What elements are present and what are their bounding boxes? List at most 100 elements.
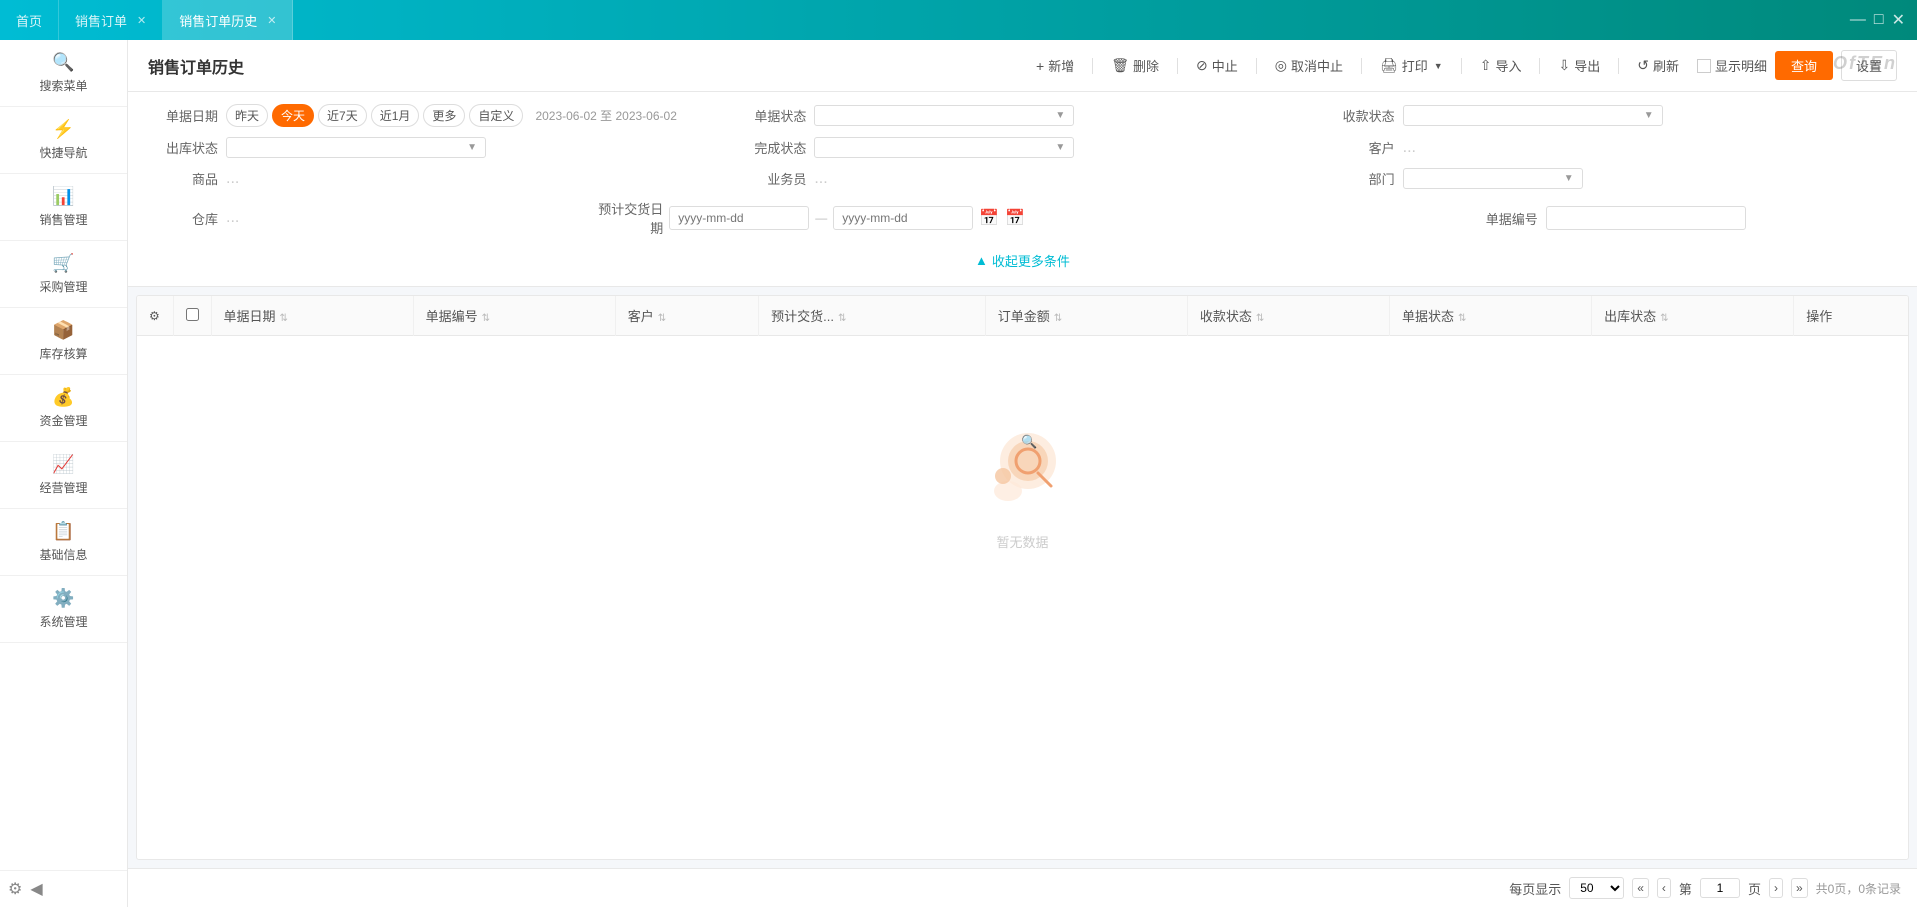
sidebar-item-sales-mgmt[interactable]: 📊 销售管理 xyxy=(0,174,127,241)
data-table: ⚙ 单据日期⇅单据编号⇅客户⇅预计交货...⇅订单金额⇅收款状态⇅单据状态⇅出库… xyxy=(137,296,1908,631)
page-title: 销售订单历史 xyxy=(148,54,244,78)
sidebar-item-purchase-mgmt[interactable]: 🛒 采购管理 xyxy=(0,241,127,308)
th-date[interactable]: 单据日期⇅ xyxy=(211,296,413,336)
tab-close-sales-order[interactable]: ✕ xyxy=(137,14,146,27)
receipt-select-arrow: ▼ xyxy=(1644,110,1654,121)
date-btn-today[interactable]: 昨天 xyxy=(226,104,268,127)
first-page-btn[interactable]: « xyxy=(1632,878,1649,898)
sidebar-item-system-mgmt[interactable]: ⚙️ 系统管理 xyxy=(0,576,127,643)
print-btn[interactable]: 🖨打印▼ xyxy=(1370,52,1453,79)
tab-home[interactable]: 首页 xyxy=(0,0,59,40)
date-btn-1month[interactable]: 近1月 xyxy=(371,104,420,127)
delivery-date-to[interactable] xyxy=(833,206,973,230)
collapse-more-btn[interactable]: ▲ 收起更多条件 xyxy=(148,247,1897,274)
icon-cancel-stop-btn: ◎ xyxy=(1275,57,1287,74)
minimize-btn[interactable]: — xyxy=(1850,11,1866,29)
select-all-checkbox[interactable] xyxy=(186,308,199,321)
date-btn-custom[interactable]: 自定义 xyxy=(469,104,523,127)
sidebar-collapse-btn[interactable]: ◀ xyxy=(30,879,42,899)
page-number-input[interactable] xyxy=(1700,878,1740,898)
sidebar-item-basic-info[interactable]: 📋 基础信息 xyxy=(0,509,127,576)
display-checkbox[interactable] xyxy=(1697,59,1711,73)
maximize-btn[interactable]: □ xyxy=(1874,11,1884,29)
icon-delete-btn: 🗑 xyxy=(1111,57,1129,74)
th-receipt-status[interactable]: 收款状态⇅ xyxy=(1187,296,1389,336)
product-dots[interactable]: ... xyxy=(226,170,239,188)
toolbar-divider-4 xyxy=(1461,58,1462,74)
th-delivery[interactable]: 预计交货...⇅ xyxy=(759,296,986,336)
th-out-status[interactable]: 出库状态⇅ xyxy=(1592,296,1794,336)
icon-print-btn: 🖨 xyxy=(1380,57,1398,74)
customer-dots[interactable]: ... xyxy=(1403,139,1416,157)
page-label: 第 xyxy=(1679,879,1692,898)
import-btn[interactable]: ⇧导入 xyxy=(1470,52,1532,79)
th-settings[interactable]: ⚙ xyxy=(137,296,173,336)
table-header-row: ⚙ 单据日期⇅单据编号⇅客户⇅预计交货...⇅订单金额⇅收款状态⇅单据状态⇅出库… xyxy=(137,296,1908,336)
filter-row-3: 商品 ... 业务员 ... 部门 ▼ xyxy=(148,168,1897,189)
prev-page-btn[interactable]: ‹ xyxy=(1657,878,1671,898)
last-page-btn[interactable]: » xyxy=(1791,878,1808,898)
stop-btn[interactable]: ⊘中止 xyxy=(1186,52,1248,79)
next-page-btn[interactable]: › xyxy=(1769,878,1783,898)
main-layout: 🔍 搜索菜单 ⚡ 快捷导航 📊 销售管理 🛒 采购管理 📦 库存核算 💰 资金管… xyxy=(0,40,1917,907)
label-refresh-btn: 刷新 xyxy=(1653,56,1679,75)
status-select[interactable]: ▼ xyxy=(814,105,1074,126)
calendar-icon-from[interactable]: 📅 xyxy=(979,208,999,228)
cancel-stop-btn[interactable]: ◎取消中止 xyxy=(1265,52,1353,79)
page-size-select[interactable]: 50 10 20 100 xyxy=(1569,877,1624,899)
filter-area: 单据日期 昨天今天近7天近1月更多自定义 2023-06-02 至 2023-0… xyxy=(128,92,1917,287)
export-btn[interactable]: ⇩导出 xyxy=(1548,52,1610,79)
date-btn-7days[interactable]: 近7天 xyxy=(318,104,367,127)
filter-group-outbound: 出库状态 ▼ xyxy=(148,137,720,158)
th-customer[interactable]: 客户⇅ xyxy=(615,296,758,336)
sidebar-items: 🔍 搜索菜单 ⚡ 快捷导航 📊 销售管理 🛒 采购管理 📦 库存核算 💰 资金管… xyxy=(0,40,127,643)
query-btn[interactable]: 查询 xyxy=(1775,51,1833,80)
sidebar-item-search-menu[interactable]: 🔍 搜索菜单 xyxy=(0,40,127,107)
toolbar-divider-2 xyxy=(1256,58,1257,74)
tab-label-sales-order: 销售订单 xyxy=(75,11,127,30)
table-head: ⚙ 单据日期⇅单据编号⇅客户⇅预计交货...⇅订单金额⇅收款状态⇅单据状态⇅出库… xyxy=(137,296,1908,336)
sort-icon-receipt-status: ⇅ xyxy=(1256,313,1264,324)
date-btn-more[interactable]: 更多 xyxy=(423,104,465,127)
sidebar-item-finance[interactable]: 💰 资金管理 xyxy=(0,375,127,442)
filter-group-date: 单据日期 昨天今天近7天近1月更多自定义 2023-06-02 至 2023-0… xyxy=(148,104,720,127)
status-label: 单据状态 xyxy=(736,106,806,125)
salesperson-dots[interactable]: ... xyxy=(814,170,827,188)
sort-icon-delivery: ⇅ xyxy=(838,313,846,324)
new-btn[interactable]: +新增 xyxy=(1026,52,1084,79)
tab-label-home: 首页 xyxy=(16,11,42,30)
th-amount[interactable]: 订单金额⇅ xyxy=(985,296,1187,336)
sidebar-item-quick-nav[interactable]: ⚡ 快捷导航 xyxy=(0,107,127,174)
sidebar-item-operations[interactable]: 📈 经营管理 xyxy=(0,442,127,509)
warehouse-dots[interactable]: ... xyxy=(226,209,239,227)
customer-label: 客户 xyxy=(1325,138,1395,157)
sidebar-icon-purchase-mgmt: 🛒 xyxy=(52,253,74,274)
sidebar-label-sales-mgmt: 销售管理 xyxy=(39,211,87,228)
date-btn-3days[interactable]: 今天 xyxy=(272,104,314,127)
th-bill-status[interactable]: 单据状态⇅ xyxy=(1389,296,1591,336)
receipt-select[interactable]: ▼ xyxy=(1403,105,1663,126)
dept-select[interactable]: ▼ xyxy=(1403,168,1583,189)
delivery-date-from[interactable] xyxy=(669,206,809,230)
sidebar-settings-btn[interactable]: ⚙ xyxy=(8,879,22,899)
order-number-label: 单据编号 xyxy=(1468,209,1538,228)
display-toggle[interactable]: 显示明细 xyxy=(1697,56,1767,75)
toolbar-divider-3 xyxy=(1361,58,1362,74)
completion-label: 完成状态 xyxy=(736,138,806,157)
settings-btn-toolbar[interactable]: 设置 xyxy=(1841,50,1897,81)
delete-btn[interactable]: 🗑删除 xyxy=(1101,52,1169,79)
refresh-btn[interactable]: ↺刷新 xyxy=(1627,52,1689,79)
outbound-select[interactable]: ▼ xyxy=(226,137,486,158)
tab-sales-order[interactable]: 销售订单 ✕ xyxy=(59,0,163,40)
calendar-icon-to[interactable]: 📅 xyxy=(1005,208,1025,228)
sidebar-item-inventory[interactable]: 📦 库存核算 xyxy=(0,308,127,375)
tab-close-sales-order-history[interactable]: ✕ xyxy=(267,14,276,27)
tab-sales-order-history[interactable]: 销售订单历史✕ xyxy=(163,0,293,40)
order-number-input[interactable] xyxy=(1546,206,1746,230)
filter-group-product: 商品 ... xyxy=(148,169,720,188)
close-window-btn[interactable]: ✕ xyxy=(1892,10,1905,30)
th-check[interactable] xyxy=(173,296,211,336)
completion-select[interactable]: ▼ xyxy=(814,137,1074,158)
sidebar-bottom: ⚙ ◀ xyxy=(0,870,127,907)
th-number[interactable]: 单据编号⇅ xyxy=(413,296,615,336)
